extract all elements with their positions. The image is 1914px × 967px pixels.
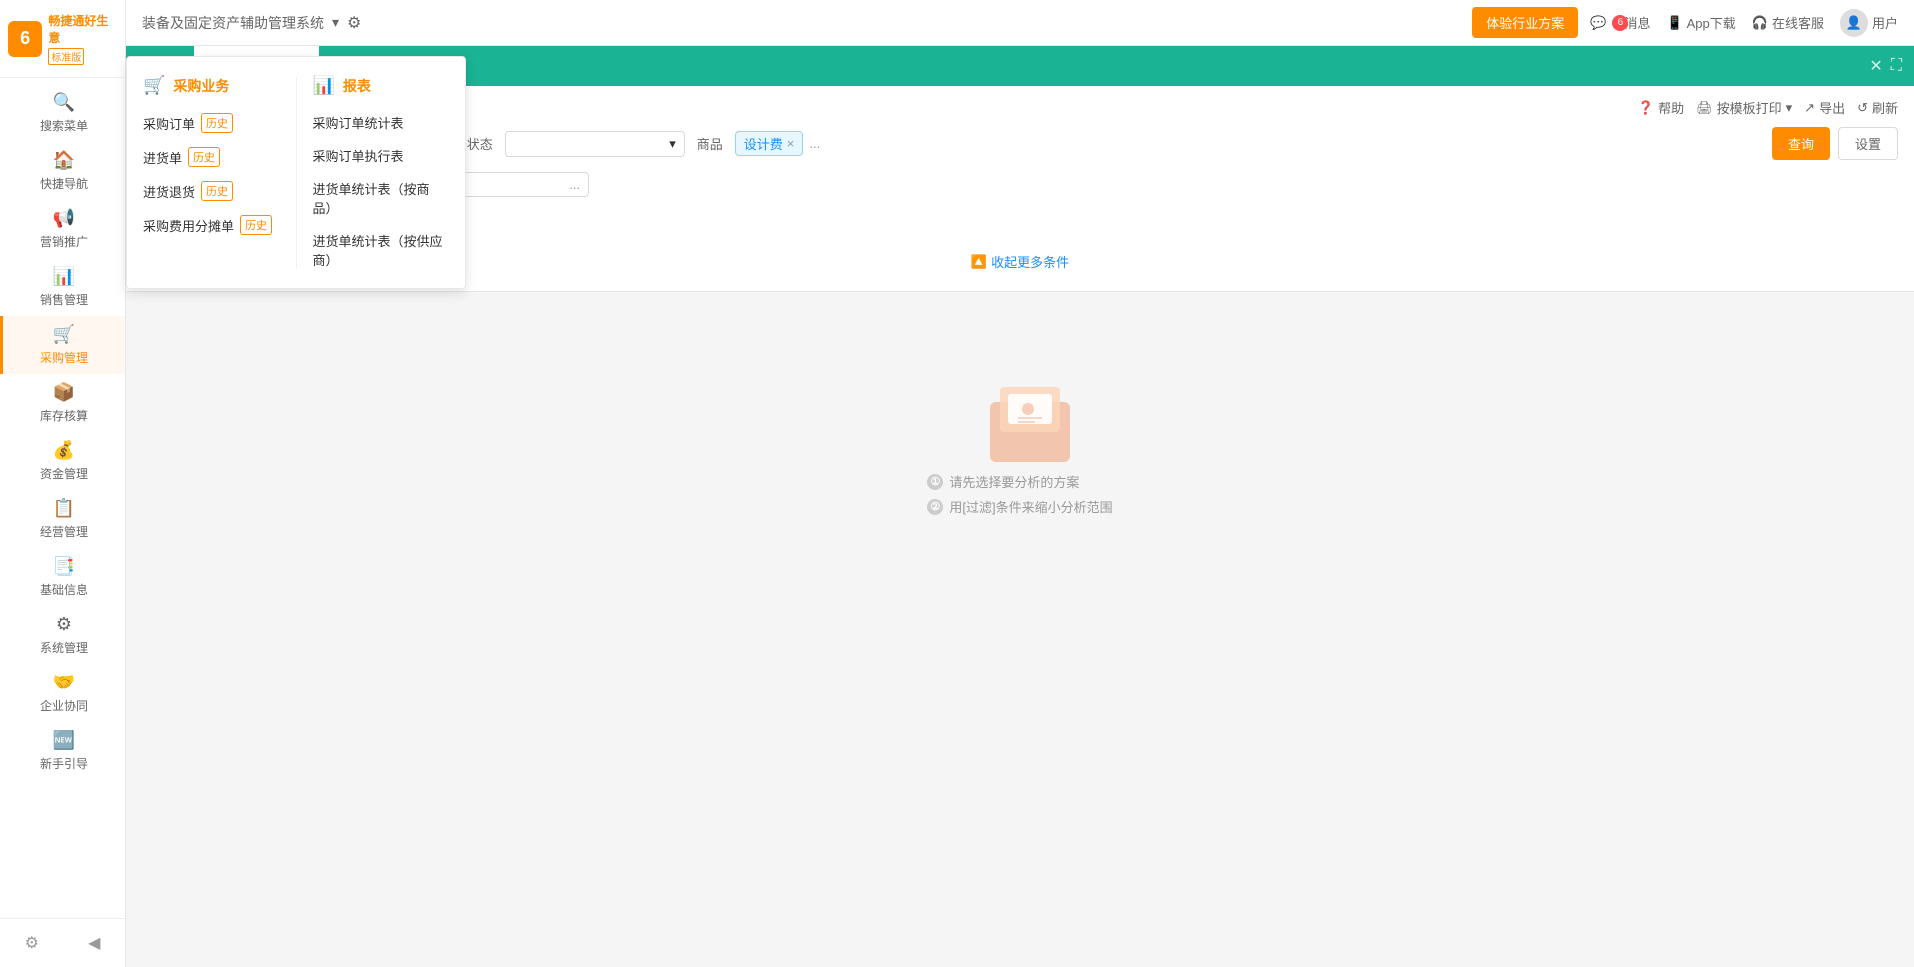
sales-icon: 📊 [53,266,75,287]
logo-icon: 6 [8,21,42,57]
sidebar-item-quick-nav[interactable]: 🏠 快捷导航 [0,142,125,200]
dropdown-purchase-col: 🛒 采购业务 采购订单 历史 进货单 历史 进货退货 历史 [127,69,296,276]
dropdown-report-col: 📊 报表 采购订单统计表 采购订单执行表 进货单统计表（按商品） 进货单统计表（… [297,69,466,276]
sidebar-item-finance[interactable]: 💰 资金管理 [0,432,125,490]
dropdown-item-purchase-in[interactable]: 进货单 历史 [135,140,288,174]
export-btn[interactable]: ↗ 导出 [1804,98,1845,117]
set-btn[interactable]: 设置 [1838,127,1898,160]
export-icon: ↗ [1804,100,1815,116]
goods-tag: 设计费 × [735,131,804,156]
logo-text: 畅捷通好生意 标准版 [48,12,117,65]
print-template-btn[interactable]: 🖨 按模板打印 ▾ [1696,98,1792,117]
sidebar-collapse-btn[interactable]: ◀ [84,929,104,957]
dropdown-item-report-1[interactable]: 采购订单统计表 [305,106,458,139]
industry-btn[interactable]: 体验行业方案 [1472,7,1578,38]
dropdown-menu: 🛒 采购业务 采购订单 历史 进货单 历史 进货退货 历史 [126,56,466,289]
inventory-icon: 📦 [53,382,75,403]
query-actions: 查询 设置 [1772,127,1898,160]
system-title: 装备及固定资产辅助管理系统 ▾ ⚙ [142,13,1460,33]
goods-label: 商品 [697,134,723,153]
chevron-up-icon: 🔼 [971,254,987,270]
dropdown-columns: 🛒 采购业务 采购订单 历史 进货单 历史 进货退货 历史 [127,69,465,276]
message-icon: 💬 [1590,15,1606,31]
top-right-actions: 💬 6 消息 📱 App下载 🎧 在线客服 👤 用户 [1590,9,1898,37]
voucher-status-select[interactable]: ▾ [505,131,685,157]
dropdown-item-report-3[interactable]: 进货单统计表（按商品） [305,172,458,224]
toolbar-actions: ❓ 帮助 🖨 按模板打印 ▾ ↗ 导出 ↺ [1638,98,1898,117]
basic-info-icon: 📑 [53,556,75,577]
dropdown-report-header: 📊 报表 [305,69,458,102]
purchase-icon: 🛒 [53,324,75,345]
purchase-header-icon: 🛒 [143,75,165,96]
dropdown-item-report-2[interactable]: 采购订单执行表 [305,139,458,172]
dropdown-item-purchase-order[interactable]: 采购订单 历史 [135,106,288,140]
history-badge-0[interactable]: 历史 [201,113,233,133]
logo: 6 畅捷通好生意 标准版 [0,0,125,78]
dropdown-item-report-4[interactable]: 进货单统计表（按供应商） [305,224,458,276]
sidebar-item-sales[interactable]: 📊 销售管理 [0,258,125,316]
search-menu-icon: 🔍 [53,92,75,113]
sidebar-settings-btn[interactable]: ⚙ [21,929,43,957]
notification-btn[interactable]: 💬 6 消息 [1590,13,1650,32]
app-download-btn[interactable]: 📱 App下载 [1666,13,1735,32]
sidebar-item-search[interactable]: 🔍 搜索菜单 [0,84,125,142]
user-btn[interactable]: 👤 用户 [1840,9,1898,37]
guide-icon: 🆕 [53,730,75,751]
dropdown-item-purchase-return[interactable]: 进货退货 历史 [135,174,288,208]
report-header-icon: 📊 [313,75,335,96]
sidebar: 6 畅捷通好生意 标准版 🔍 搜索菜单 🏠 快捷导航 📢 营销推广 📊 [0,0,126,967]
salesperson-more-icon: ... [569,177,580,192]
goods-filter: 设计费 × ... [735,131,820,156]
main-content: 装备及固定资产辅助管理系统 ▾ ⚙ 体验行业方案 💬 6 消息 📱 App下载 [126,0,1914,967]
finance-icon: 💰 [53,440,75,461]
sidebar-item-purchase[interactable]: 🛒 采购管理 [0,316,125,374]
sidebar-item-collab[interactable]: 🤝 企业协同 [0,664,125,722]
sidebar-item-operations[interactable]: 📋 经营管理 [0,490,125,548]
empty-state: ① 请先选择要分析的方案 ② 用[过滤]条件来缩小分析范围 [126,292,1914,602]
refresh-btn[interactable]: ↺ 刷新 [1857,98,1898,117]
help-btn[interactable]: ❓ 帮助 [1638,98,1684,117]
online-service-btn[interactable]: 🎧 在线客服 [1752,13,1824,32]
hint1-num: ① [927,474,943,490]
collab-icon: 🤝 [53,672,75,693]
empty-illustration [970,372,1070,452]
hint2-num: ② [927,499,943,515]
sidebar-menu: 🔍 搜索菜单 🏠 快捷导航 📢 营销推广 📊 销售管理 🛒 采购管理 📦 [0,78,125,918]
goods-more[interactable]: ... [809,136,820,151]
history-badge-2[interactable]: 历史 [201,181,233,201]
print-dropdown-icon: ▾ [1786,100,1793,116]
sidebar-item-marketing[interactable]: 📢 营销推广 [0,200,125,258]
empty-text: ① 请先选择要分析的方案 ② 用[过滤]条件来缩小分析范围 [927,472,1112,522]
chevron-down-icon: ▾ [669,136,676,152]
top-bar: 装备及固定资产辅助管理系统 ▾ ⚙ 体验行业方案 💬 6 消息 📱 App下载 [126,0,1914,46]
system-icon: ⚙ [56,614,72,635]
goods-tag-close[interactable]: × [787,136,795,151]
service-icon: 🎧 [1752,15,1768,31]
operations-icon: 📋 [53,498,75,519]
query-btn[interactable]: 查询 [1772,127,1830,160]
avatar: 👤 [1840,9,1868,37]
print-icon: 🖨 [1696,100,1713,116]
refresh-icon: ↺ [1857,100,1868,116]
dropdown-item-purchase-cost[interactable]: 采购费用分摊单 历史 [135,208,288,242]
dropdown-arrow-icon[interactable]: ▾ [332,14,339,31]
sidebar-footer: ⚙ ◀ [0,918,125,967]
sidebar-item-inventory[interactable]: 📦 库存核算 [0,374,125,432]
quick-nav-icon: 🏠 [53,150,75,171]
tab-bar-right: ✕ ⛶ [1869,56,1914,76]
history-badge-1[interactable]: 历史 [188,147,220,167]
sidebar-item-guide[interactable]: 🆕 新手引导 [0,722,125,780]
marketing-icon: 📢 [53,208,75,229]
sidebar-item-basic-info[interactable]: 📑 基础信息 [0,548,125,606]
phone-icon: 📱 [1666,15,1682,31]
settings-icon[interactable]: ⚙ [347,13,361,33]
dropdown-purchase-header: 🛒 采购业务 [135,69,288,102]
tab-close-all-btn[interactable]: ✕ [1869,56,1882,76]
sidebar-item-system[interactable]: ⚙ 系统管理 [0,606,125,664]
history-badge-3[interactable]: 历史 [240,215,272,235]
help-icon: ❓ [1638,100,1654,116]
tab-expand-btn[interactable]: ⛶ [1891,57,1902,75]
